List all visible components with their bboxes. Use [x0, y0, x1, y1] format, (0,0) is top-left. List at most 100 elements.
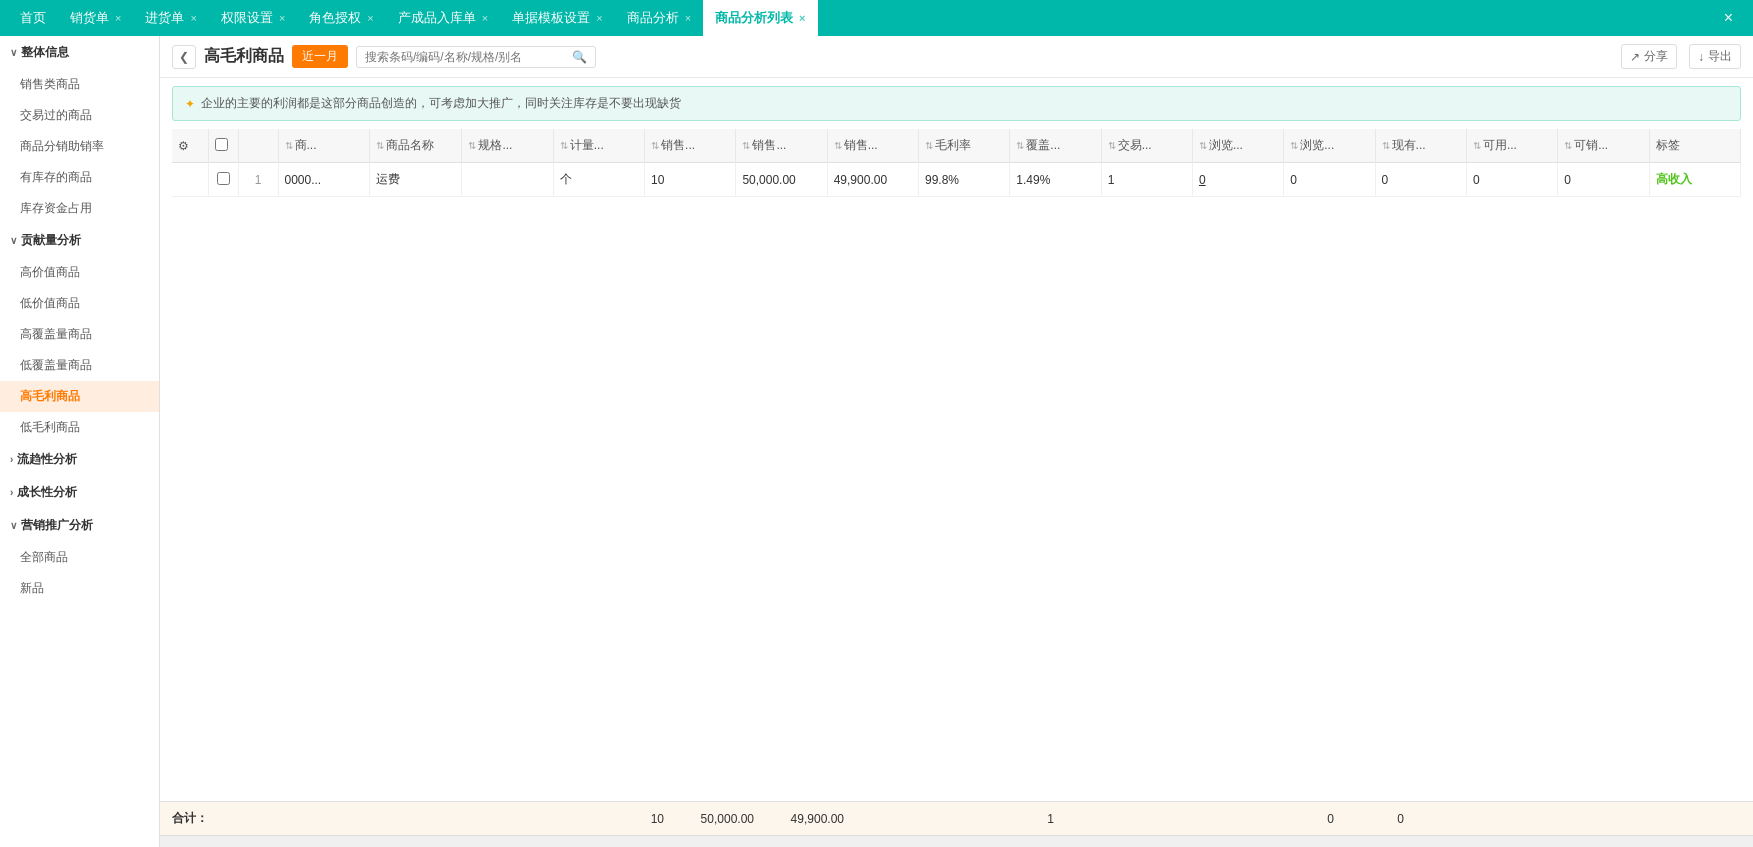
- table-col-12[interactable]: ⇅现有...: [1375, 129, 1466, 163]
- table-col-8[interactable]: ⇅覆盖...: [1010, 129, 1101, 163]
- table-col-1[interactable]: ⇅商品名称: [369, 129, 462, 163]
- table-col-10[interactable]: ⇅浏览...: [1192, 129, 1283, 163]
- table-num-col: [238, 129, 278, 163]
- col-label: 销售...: [752, 137, 786, 154]
- tag-label: 高收入: [1656, 172, 1692, 186]
- nav-item-单据模板设置[interactable]: 单据模板设置 ×: [500, 0, 614, 36]
- row-checkbox[interactable]: [217, 172, 230, 185]
- search-icon[interactable]: 🔍: [572, 50, 587, 64]
- footer-cell-1: [284, 812, 314, 826]
- sidebar-section-label: 营销推广分析: [21, 517, 93, 534]
- sidebar-section-label: 整体信息: [21, 44, 69, 61]
- sort-icon: ⇅: [1199, 140, 1207, 151]
- sidebar-item-有库存的商品[interactable]: 有库存的商品: [0, 162, 159, 193]
- sidebar-section-营销推广分析[interactable]: ∨营销推广分析: [0, 509, 159, 542]
- info-icon: ✦: [185, 97, 195, 111]
- sidebar-item-商品分销助销率[interactable]: 商品分销助销率: [0, 131, 159, 162]
- sidebar-section-整体信息[interactable]: ∨整体信息: [0, 36, 159, 69]
- cell-sellable: 0: [1558, 163, 1649, 197]
- footer-cell-12: [1060, 812, 1130, 826]
- table-col-11[interactable]: ⇅浏览...: [1284, 129, 1375, 163]
- sidebar-section-arrow: ›: [10, 454, 13, 465]
- table-settings-col[interactable]: ⚙: [172, 129, 208, 163]
- cell-sales3: 49,900.00: [827, 163, 918, 197]
- window-close-button[interactable]: ×: [1712, 9, 1745, 27]
- cell-available: 0: [1466, 163, 1557, 197]
- nav-close-icon[interactable]: ×: [279, 12, 285, 24]
- table-col-5[interactable]: ⇅销售...: [736, 129, 827, 163]
- sidebar-section-成长性分析[interactable]: ›成长性分析: [0, 476, 159, 509]
- nav-close-icon[interactable]: ×: [367, 12, 373, 24]
- sidebar-item-新品[interactable]: 新品: [0, 573, 159, 604]
- sort-icon: ⇅: [376, 140, 384, 151]
- nav-item-商品分析[interactable]: 商品分析 ×: [615, 0, 703, 36]
- col-label: 商品名称: [386, 137, 434, 154]
- nav-item-商品分析列表[interactable]: 商品分析列表 ×: [703, 0, 817, 36]
- sidebar-item-高覆盖量商品[interactable]: 高覆盖量商品: [0, 319, 159, 350]
- sidebar-item-交易过的商品[interactable]: 交易过的商品: [0, 100, 159, 131]
- search-input[interactable]: [365, 50, 572, 64]
- table-col-6[interactable]: ⇅销售...: [827, 129, 918, 163]
- export-button[interactable]: ↓ 导出: [1689, 44, 1741, 69]
- sidebar-item-低覆盖量商品[interactable]: 低覆盖量商品: [0, 350, 159, 381]
- table-col-3[interactable]: ⇅计量...: [553, 129, 644, 163]
- content-area: ❮ 高毛利商品 近一月 🔍 ↗ 分享 ↓ 导出 ✦ 企业的主要的利润都是这部分商…: [160, 36, 1753, 847]
- table-col-9[interactable]: ⇅交易...: [1101, 129, 1192, 163]
- col-label: 标签: [1656, 137, 1680, 154]
- sidebar-item-低价值商品[interactable]: 低价值商品: [0, 288, 159, 319]
- table-col-13[interactable]: ⇅可用...: [1466, 129, 1557, 163]
- col-label: 交易...: [1118, 137, 1152, 154]
- select-all-checkbox[interactable]: [215, 138, 228, 151]
- row-settings: [172, 163, 208, 197]
- table-col-0[interactable]: ⇅商...: [278, 129, 369, 163]
- page-title: 高毛利商品: [204, 46, 284, 67]
- nav-item-权限设置[interactable]: 权限设置 ×: [209, 0, 297, 36]
- nav-close-icon[interactable]: ×: [799, 12, 805, 24]
- filter-recent-month-button[interactable]: 近一月: [292, 45, 348, 68]
- sidebar-item-高毛利商品[interactable]: 高毛利商品: [0, 381, 159, 412]
- footer-cell-4: [430, 812, 530, 826]
- footer-cell-11: 1: [990, 812, 1060, 826]
- sort-icon: ⇅: [651, 140, 659, 151]
- cell-current_stock: 0: [1375, 163, 1466, 197]
- sidebar-item-销售类商品[interactable]: 销售类商品: [0, 69, 159, 100]
- table-check-col[interactable]: [208, 129, 238, 163]
- table-col-4[interactable]: ⇅销售...: [645, 129, 736, 163]
- sidebar-collapse-button[interactable]: ❮: [172, 45, 196, 69]
- sidebar-item-低毛利商品[interactable]: 低毛利商品: [0, 412, 159, 443]
- sort-icon: ⇅: [1473, 140, 1481, 151]
- sort-icon: ⇅: [1290, 140, 1298, 151]
- nav-close-icon[interactable]: ×: [596, 12, 602, 24]
- nav-close-icon[interactable]: ×: [190, 12, 196, 24]
- horizontal-scrollbar[interactable]: [160, 835, 1753, 847]
- nav-close-icon[interactable]: ×: [115, 12, 121, 24]
- share-button[interactable]: ↗ 分享: [1621, 44, 1677, 69]
- table-row: 10000...运费个1050,000.0049,900.0099.8%1.49…: [172, 163, 1741, 197]
- nav-close-icon[interactable]: ×: [685, 12, 691, 24]
- sidebar-item-库存资金占用[interactable]: 库存资金占用: [0, 193, 159, 224]
- export-icon: ↓: [1698, 50, 1704, 64]
- table-container: ⚙⇅商...⇅商品名称⇅规格...⇅计量...⇅销售...⇅销售...⇅销售..…: [160, 129, 1753, 801]
- nav-item-首页[interactable]: 首页: [8, 0, 58, 36]
- sidebar-section-贡献量分析[interactable]: ∨贡献量分析: [0, 224, 159, 257]
- nav-close-icon[interactable]: ×: [482, 12, 488, 24]
- sidebar-item-全部商品[interactable]: 全部商品: [0, 542, 159, 573]
- nav-item-进货单[interactable]: 进货单 ×: [133, 0, 208, 36]
- sort-icon: ⇅: [742, 140, 750, 151]
- nav-item-角色授权[interactable]: 角色授权 ×: [297, 0, 385, 36]
- table-col-2[interactable]: ⇅规格...: [462, 129, 553, 163]
- nav-item-产成品入库单[interactable]: 产成品入库单 ×: [386, 0, 500, 36]
- footer-cell-3: [350, 812, 430, 826]
- sort-icon: ⇅: [1108, 140, 1116, 151]
- sidebar-section-流趋性分析[interactable]: ›流趋性分析: [0, 443, 159, 476]
- settings-icon[interactable]: ⚙: [178, 139, 189, 153]
- table-col-14[interactable]: ⇅可销...: [1558, 129, 1649, 163]
- table-col-7[interactable]: ⇅毛利率: [919, 129, 1010, 163]
- row-checkbox-cell[interactable]: [208, 163, 238, 197]
- footer-cell-16: 0: [1340, 812, 1410, 826]
- sort-icon: ⇅: [468, 140, 476, 151]
- browse1-link[interactable]: 0: [1199, 173, 1206, 187]
- row-num: 1: [238, 163, 278, 197]
- sidebar-item-高价值商品[interactable]: 高价值商品: [0, 257, 159, 288]
- nav-item-销货单[interactable]: 销货单 ×: [58, 0, 133, 36]
